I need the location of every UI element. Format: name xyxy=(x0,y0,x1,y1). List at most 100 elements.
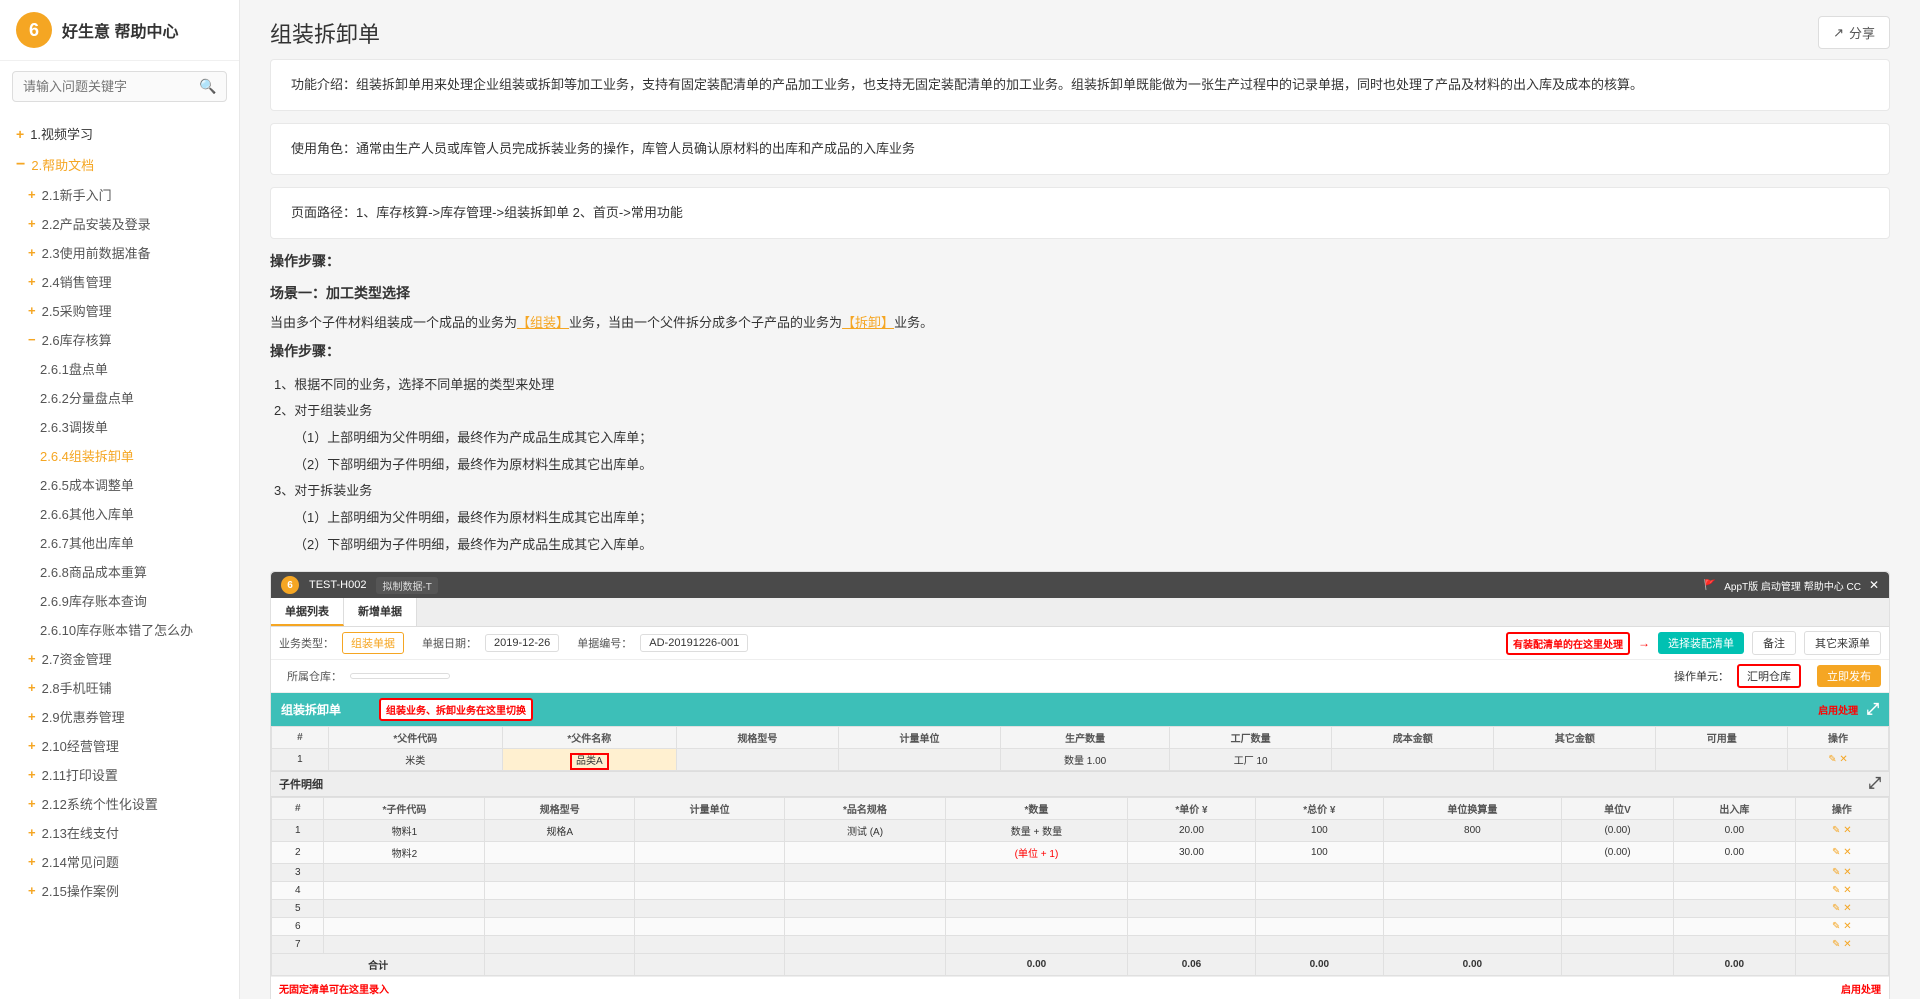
sidebar-children-2: + 2.1新手入门 + 2.2产品安装及登录 + 2.3使用前数据准备 + 2.… xyxy=(0,180,239,905)
annotation-enable: 启用处理 xyxy=(1818,702,1858,717)
th-prod-qty: 生产数量 xyxy=(1001,727,1170,749)
mock-logo: 6 xyxy=(281,576,299,594)
form-number-label: 单据编号： xyxy=(577,635,632,651)
mock-titlebar-left: TEST-H002 xyxy=(309,579,366,591)
step-3-2: （2）下部明细为子件明细，最终作为产成品生成其它入库单。 xyxy=(294,533,1890,558)
sidebar-item-2-9[interactable]: + 2.9优惠券管理 xyxy=(0,702,239,731)
plus-icon: + xyxy=(28,187,36,202)
content-area: 功能介绍：组装拆卸单用来处理企业组装或拆卸等加工业务，支持有固定装配清单的产品加… xyxy=(240,59,1920,999)
upper-table: # *父件代码 *父件名称 规格型号 计量单位 生产数量 工厂数量 成本金额 其… xyxy=(271,726,1889,771)
sidebar-item-2-6[interactable]: − 2.6库存核算 xyxy=(0,325,239,354)
lth-unit: 计量单位 xyxy=(635,798,785,820)
collapse-icon: − xyxy=(16,156,25,174)
sidebar-item-2-10[interactable]: + 2.10经营管理 xyxy=(0,731,239,760)
sidebar-item-2-11[interactable]: + 2.11打印设置 xyxy=(0,760,239,789)
sidebar-item-2-7[interactable]: + 2.7资金管理 xyxy=(0,644,239,673)
step-1: 1、根据不同的业务，选择不同单据的类型来处理 xyxy=(274,373,1890,398)
sidebar-item-2-6-4[interactable]: 2.6.4组装拆卸单 xyxy=(0,441,239,470)
highlight-assembly[interactable]: 【组装】 xyxy=(517,315,569,330)
sidebar-item-2-6-3[interactable]: 2.6.3调拨单 xyxy=(0,412,239,441)
steps-list: 1、根据不同的业务，选择不同单据的类型来处理 2、对于组装业务 （1）上部明细为… xyxy=(274,373,1890,558)
parent-name-input[interactable]: 品类A xyxy=(570,753,609,770)
form-date-value[interactable]: 2019-12-26 xyxy=(485,634,559,652)
lth-inout: 出入库 xyxy=(1674,798,1796,820)
search-input[interactable] xyxy=(23,79,199,94)
sidebar-item-2-14[interactable]: + 2.14常见问题 xyxy=(0,847,239,876)
mock-titlebar-right: 🚩 AppT版 启动管理 帮助中心 CC ✕ xyxy=(1704,578,1879,593)
lth-qty: *数量 xyxy=(945,798,1127,820)
confirm-btn[interactable]: 立即发布 xyxy=(1817,665,1881,687)
btn-source[interactable]: 其它来源单 xyxy=(1804,631,1881,655)
flag-icon: 🚩 xyxy=(1704,580,1716,591)
sidebar-item-1[interactable]: + 1.视频学习 xyxy=(0,118,239,149)
th-other: 其它金额 xyxy=(1494,727,1656,749)
lth-spec: 规格型号 xyxy=(485,798,635,820)
step-2: 2、对于组装业务 xyxy=(274,399,1890,424)
sidebar-item-2-6-2[interactable]: 2.6.2分量盘点单 xyxy=(0,383,239,412)
expand-icon: + xyxy=(16,126,24,142)
sidebar-item-2-13[interactable]: + 2.13在线支付 xyxy=(0,818,239,847)
th-cost: 成本金额 xyxy=(1332,727,1494,749)
mock-warehouse-row: 所属仓库： 操作单元： 汇明仓库 立即发布 xyxy=(271,660,1889,693)
sidebar-item-2-6-10[interactable]: 2.6.10库存账本错了怎么办 xyxy=(0,615,239,644)
search-icon[interactable]: 🔍 xyxy=(199,78,216,95)
th-avail: 可用量 xyxy=(1656,727,1788,749)
annotation-no-bom: 无固定清单可在这里录入 xyxy=(279,981,389,996)
mock-tab-new[interactable]: 新增单据 xyxy=(344,598,417,626)
sidebar-item-2-8[interactable]: + 2.8手机旺铺 xyxy=(0,673,239,702)
th-num: # xyxy=(272,727,329,749)
plus-icon: + xyxy=(28,709,36,724)
sidebar-item-2-1[interactable]: + 2.1新手入门 xyxy=(0,180,239,209)
annotation-switch: 组装业务、拆卸业务在这里切换 xyxy=(379,698,533,721)
app-logo: 6 xyxy=(16,12,52,48)
step-2-sub: （1）上部明细为父件明细，最终作为产成品生成其它入库单； （2）下部明细为子件明… xyxy=(294,426,1890,477)
plus-icon: + xyxy=(28,767,36,782)
plus-icon: + xyxy=(28,651,36,666)
form-number-value[interactable]: AD-20191226-001 xyxy=(640,634,748,652)
ops-heading: 操作步骤： xyxy=(270,251,1890,271)
search-box[interactable]: 🔍 xyxy=(12,71,227,102)
sidebar-item-2-6-5[interactable]: 2.6.5成本调整单 xyxy=(0,470,239,499)
role-text: 使用角色：通常由生产人员或库管人员完成拆装业务的操作，库管人员确认原材料的出库和… xyxy=(291,141,915,156)
highlight-disassembly[interactable]: 【拆卸】 xyxy=(842,315,894,330)
table-row: 4✎ ✕ xyxy=(272,882,1889,900)
sidebar-item-2-12[interactable]: + 2.12系统个性化设置 xyxy=(0,789,239,818)
scenario1-title: 场景一：加工类型选择 xyxy=(270,283,1890,303)
sidebar-item-2-3[interactable]: + 2.3使用前数据准备 xyxy=(0,238,239,267)
table-footer: 合计 0.00 0.06 0.00 0.00 0.00 xyxy=(272,954,1889,976)
mock-screenshot: 6 TEST-H002 拟制数据-T 🚩 AppT版 启动管理 帮助中心 CC … xyxy=(271,572,1889,999)
mock-tab-list[interactable]: 单据列表 xyxy=(271,598,344,626)
plus-icon: + xyxy=(28,854,36,869)
plus-icon: + xyxy=(28,796,36,811)
table-row: 3✎ ✕ xyxy=(272,864,1889,882)
th-ops: 操作 xyxy=(1787,727,1888,749)
sidebar-sub-children-2-6: 2.6.1盘点单 2.6.2分量盘点单 2.6.3调拨单 2.6.4组装拆卸单 … xyxy=(0,354,239,644)
form-type-select[interactable]: 组装单据 xyxy=(342,632,404,654)
lower-table-label: 子件明细 xyxy=(279,776,323,792)
mock-right-icons: AppT版 启动管理 帮助中心 CC xyxy=(1724,578,1861,593)
sidebar-item-2-6-9[interactable]: 2.6.9库存账本查询 xyxy=(0,586,239,615)
share-button[interactable]: ↗ 分享 xyxy=(1818,16,1890,49)
sidebar-item-2[interactable]: − 2.帮助文档 xyxy=(0,149,239,180)
step-3-sub: （1）上部明细为父件明细，最终作为原材料生成其它出库单； （2）下部明细为子件明… xyxy=(294,506,1890,557)
sidebar-item-2-6-8[interactable]: 2.6.8商品成本重算 xyxy=(0,557,239,586)
lower-expand-icon[interactable]: ⤢ xyxy=(1868,775,1881,793)
plus-icon: + xyxy=(28,883,36,898)
btn-note[interactable]: 备注 xyxy=(1752,631,1796,655)
annotation-enable2: 启用处理 xyxy=(1841,981,1881,996)
expand-icon-btn[interactable]: ⤢ xyxy=(1866,701,1879,719)
plus-icon: + xyxy=(28,825,36,840)
step-2-2: （2）下部明细为子件明细，最终作为原材料生成其它出库单。 xyxy=(294,453,1890,478)
sidebar-item-2-6-7[interactable]: 2.6.7其他出库单 xyxy=(0,528,239,557)
sidebar-item-2-2[interactable]: + 2.2产品安装及登录 xyxy=(0,209,239,238)
sidebar-item-2-5[interactable]: + 2.5采购管理 xyxy=(0,296,239,325)
btn-assembly[interactable]: 选择装配清单 xyxy=(1658,632,1744,654)
warehouse-value[interactable] xyxy=(350,673,450,679)
sidebar-item-2-6-1[interactable]: 2.6.1盘点单 xyxy=(0,354,239,383)
lth-num: # xyxy=(272,798,324,820)
sidebar-item-2-4[interactable]: + 2.4销售管理 xyxy=(0,267,239,296)
table-row: 1 米类 品类A 数量 1.00 工厂 10 ✎ ✕ xyxy=(272,749,1889,771)
close-icon: ✕ xyxy=(1869,578,1879,592)
sidebar-item-2-6-6[interactable]: 2.6.6其他入库单 xyxy=(0,499,239,528)
sidebar-item-2-15[interactable]: + 2.15操作案例 xyxy=(0,876,239,905)
